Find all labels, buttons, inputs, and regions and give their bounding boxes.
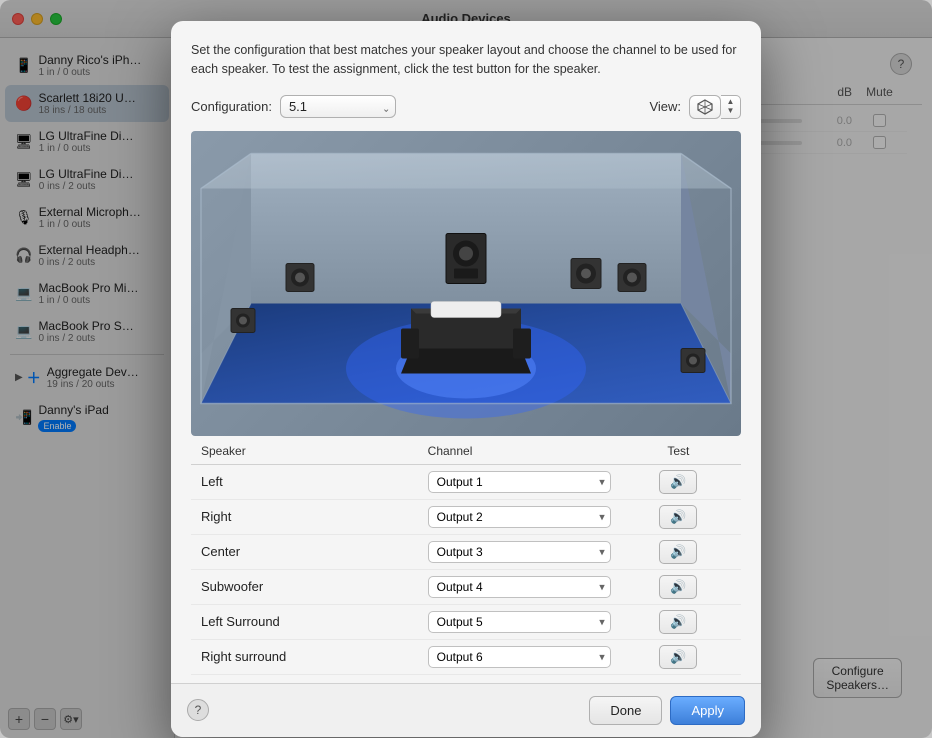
- channel-select-wrapper: Output 1Output 2Output 3Output 4Output 5…: [428, 506, 611, 528]
- speaker-config-modal: Set the configuration that best matches …: [171, 21, 761, 737]
- channel-cell: Output 1Output 2Output 3Output 4Output 5…: [418, 534, 616, 569]
- speaker-test-icon: 🔊: [670, 614, 686, 630]
- test-cell: 🔊: [616, 499, 741, 534]
- speaker-test-icon: 🔊: [670, 474, 686, 490]
- speaker-test-icon: 🔊: [670, 579, 686, 595]
- speaker-name: Left Surround: [191, 604, 418, 639]
- channel-select-subwoofer[interactable]: Output 1Output 2Output 3Output 4Output 5…: [428, 576, 611, 598]
- modal-config-row: Configuration: Stereo Quadraphonic 5.1 7…: [191, 95, 741, 119]
- channel-cell: Output 1Output 2Output 3Output 4Output 5…: [418, 639, 616, 674]
- channel-select-wrapper: Output 1Output 2Output 3Output 4Output 5…: [428, 471, 611, 493]
- config-label: Configuration:: [191, 99, 272, 114]
- speaker-test-icon: 🔊: [670, 509, 686, 525]
- test-button-right[interactable]: 🔊: [659, 505, 697, 529]
- speaker-channel-table: Speaker Channel Test Left Output 1Output …: [191, 436, 741, 675]
- speaker-name: Subwoofer: [191, 569, 418, 604]
- test-col-header: Test: [616, 436, 741, 465]
- speaker-test-icon: 🔊: [670, 544, 686, 560]
- channel-cell: Output 1Output 2Output 3Output 4Output 5…: [418, 499, 616, 534]
- test-cell: 🔊: [616, 604, 741, 639]
- channel-cell: Output 1Output 2Output 3Output 4Output 5…: [418, 464, 616, 499]
- modal-body: Set the configuration that best matches …: [171, 21, 761, 675]
- speaker-room-visualization: [191, 131, 741, 436]
- test-button-left[interactable]: 🔊: [659, 470, 697, 494]
- test-button-subwoofer[interactable]: 🔊: [659, 575, 697, 599]
- modal-footer: ? Done Apply: [171, 683, 761, 737]
- channel-select-wrapper: Output 1Output 2Output 3Output 4Output 5…: [428, 646, 611, 668]
- view-3d-button[interactable]: [689, 95, 721, 119]
- table-row: Left Surround Output 1Output 2Output 3Out…: [191, 604, 741, 639]
- test-button-left-surround[interactable]: 🔊: [659, 610, 697, 634]
- channel-cell: Output 1Output 2Output 3Output 4Output 5…: [418, 604, 616, 639]
- channel-cell: Output 1Output 2Output 3Output 4Output 5…: [418, 569, 616, 604]
- channel-select-right[interactable]: Output 1Output 2Output 3Output 4Output 5…: [428, 506, 611, 528]
- view-label: View:: [649, 99, 681, 114]
- modal-overlay: Set the configuration that best matches …: [0, 0, 932, 738]
- table-row: Center Output 1Output 2Output 3Output 4Ou…: [191, 534, 741, 569]
- config-select-wrapper: Stereo Quadraphonic 5.1 7.1: [280, 95, 396, 118]
- test-cell: 🔊: [616, 534, 741, 569]
- test-cell: 🔊: [616, 639, 741, 674]
- speaker-test-icon: 🔊: [670, 649, 686, 665]
- test-button-center[interactable]: 🔊: [659, 540, 697, 564]
- speaker-name: Left: [191, 464, 418, 499]
- view-stepper[interactable]: ▲ ▼: [721, 95, 741, 119]
- apply-button[interactable]: Apply: [670, 696, 745, 725]
- modal-help-button[interactable]: ?: [187, 699, 209, 721]
- speaker-name: Center: [191, 534, 418, 569]
- configuration-select[interactable]: Stereo Quadraphonic 5.1 7.1: [280, 95, 396, 118]
- table-row: Left Output 1Output 2Output 3Output 4Outp…: [191, 464, 741, 499]
- test-button-right-surround[interactable]: 🔊: [659, 645, 697, 669]
- speaker-name: Right surround: [191, 639, 418, 674]
- speaker-col-header: Speaker: [191, 436, 418, 465]
- channel-col-header: Channel: [418, 436, 616, 465]
- test-cell: 🔊: [616, 569, 741, 604]
- channel-select-right-surround[interactable]: Output 1Output 2Output 3Output 4Output 5…: [428, 646, 611, 668]
- channel-select-center[interactable]: Output 1Output 2Output 3Output 4Output 5…: [428, 541, 611, 563]
- speaker-name: Right: [191, 499, 418, 534]
- channel-select-left[interactable]: Output 1Output 2Output 3Output 4Output 5…: [428, 471, 611, 493]
- channel-select-wrapper: Output 1Output 2Output 3Output 4Output 5…: [428, 576, 611, 598]
- channel-select-wrapper: Output 1Output 2Output 3Output 4Output 5…: [428, 611, 611, 633]
- channel-select-wrapper: Output 1Output 2Output 3Output 4Output 5…: [428, 541, 611, 563]
- done-button[interactable]: Done: [589, 696, 662, 725]
- table-row: Right Output 1Output 2Output 3Output 4Out…: [191, 499, 741, 534]
- footer-buttons: Done Apply: [589, 696, 745, 725]
- table-row: Right surround Output 1Output 2Output 3Ou…: [191, 639, 741, 674]
- test-cell: 🔊: [616, 464, 741, 499]
- table-row: Subwoofer Output 1Output 2Output 3Output …: [191, 569, 741, 604]
- modal-description: Set the configuration that best matches …: [191, 41, 741, 79]
- channel-select-left-surround[interactable]: Output 1Output 2Output 3Output 4Output 5…: [428, 611, 611, 633]
